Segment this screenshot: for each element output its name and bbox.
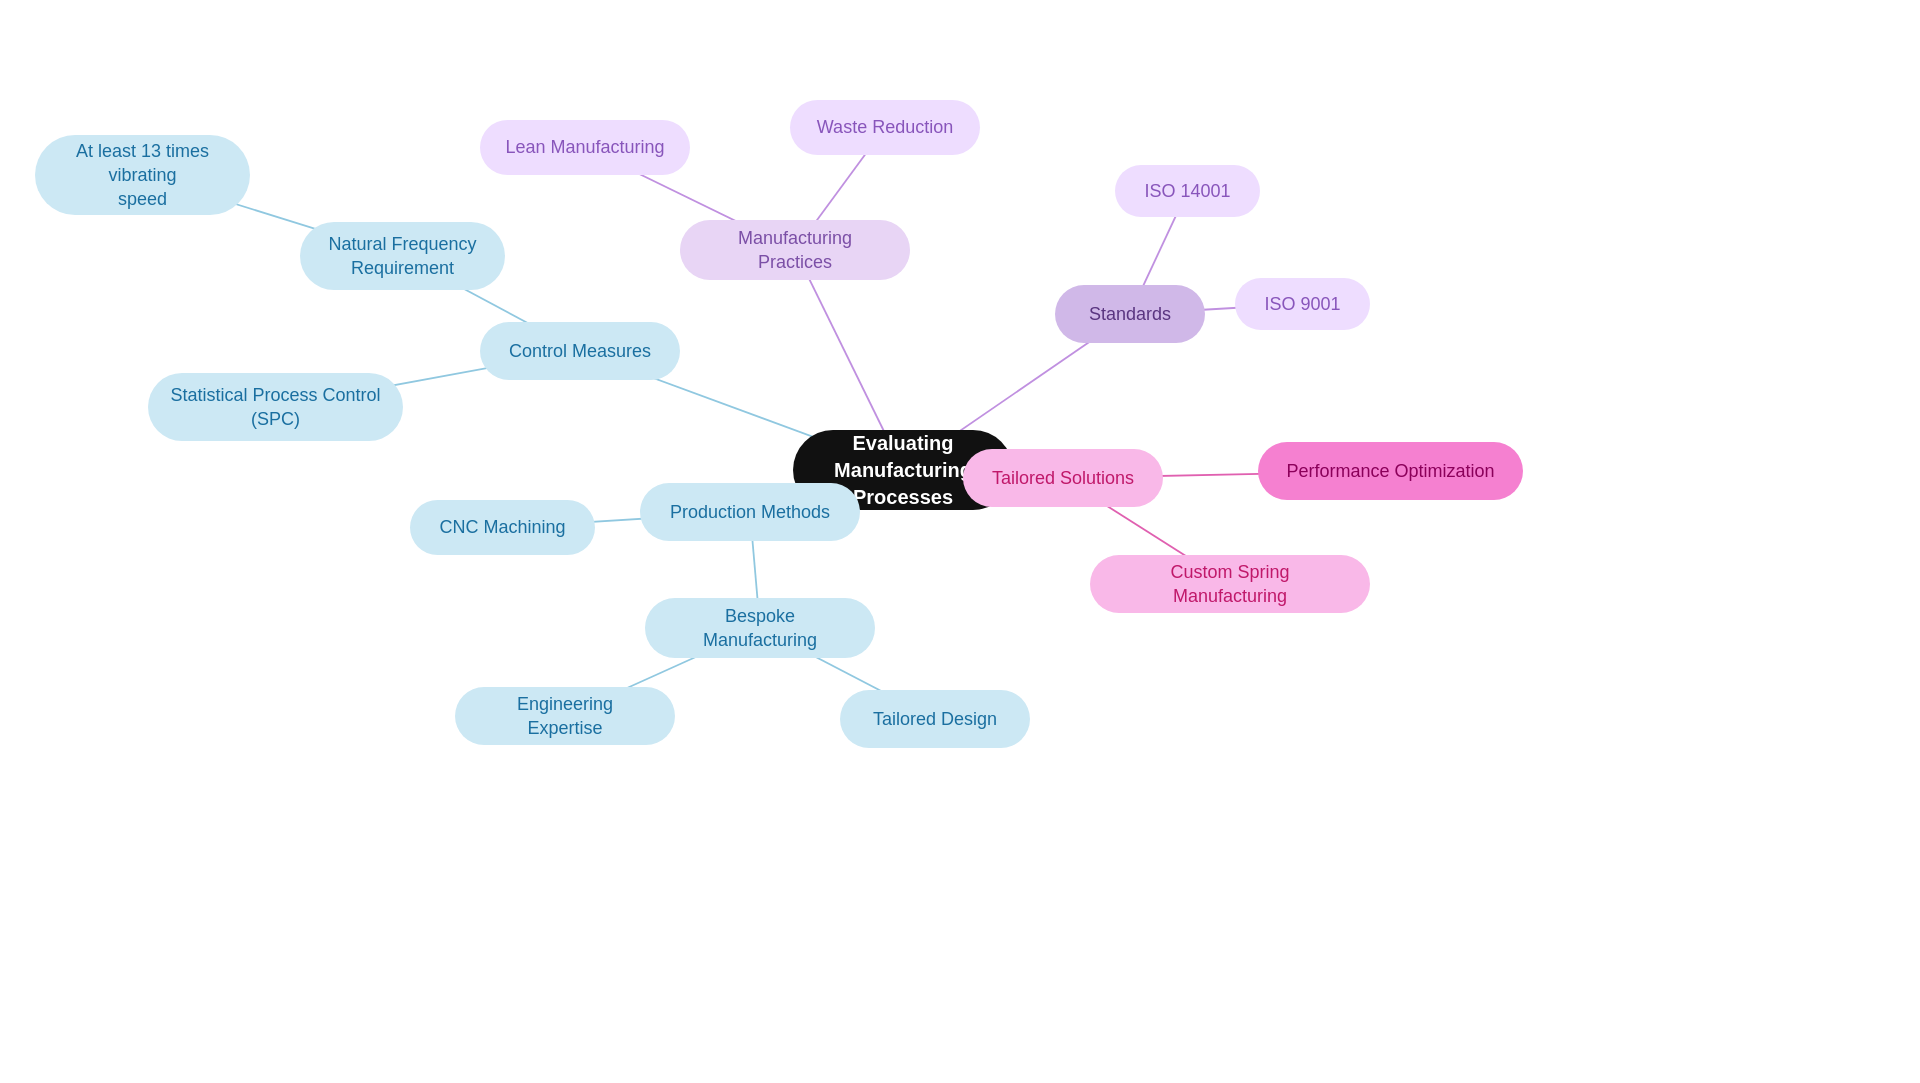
cnc-machining-node: CNC Machining: [410, 500, 595, 555]
lean-manufacturing-label: Lean Manufacturing: [505, 135, 664, 159]
iso14001-label: ISO 14001: [1144, 179, 1230, 203]
production-methods-label: Production Methods: [670, 500, 830, 524]
spc-label: Statistical Process Control (SPC): [170, 383, 380, 432]
iso9001-label: ISO 9001: [1264, 292, 1340, 316]
lean-manufacturing-node: Lean Manufacturing: [480, 120, 690, 175]
tailored-design-node: Tailored Design: [840, 690, 1030, 748]
control-measures-node: Control Measures: [480, 322, 680, 380]
iso14001-node: ISO 14001: [1115, 165, 1260, 217]
bespoke-manufacturing-node: Bespoke Manufacturing: [645, 598, 875, 658]
performance-optimization-label: Performance Optimization: [1286, 459, 1494, 483]
tailored-solutions-node: Tailored Solutions: [963, 449, 1163, 507]
manufacturing-practices-label: Manufacturing Practices: [702, 226, 888, 275]
iso9001-node: ISO 9001: [1235, 278, 1370, 330]
standards-node: Standards: [1055, 285, 1205, 343]
waste-reduction-node: Waste Reduction: [790, 100, 980, 155]
engineering-expertise-label: Engineering Expertise: [477, 692, 653, 741]
standards-label: Standards: [1089, 302, 1171, 326]
natural-frequency-label: Natural Frequency Requirement: [328, 232, 476, 281]
natural-frequency-node: Natural Frequency Requirement: [300, 222, 505, 290]
tailored-design-label: Tailored Design: [873, 707, 997, 731]
at-least-13-label: At least 13 times vibrating speed: [57, 139, 228, 212]
manufacturing-practices-node: Manufacturing Practices: [680, 220, 910, 280]
spc-node: Statistical Process Control (SPC): [148, 373, 403, 441]
performance-optimization-node: Performance Optimization: [1258, 442, 1523, 500]
production-methods-node: Production Methods: [640, 483, 860, 541]
custom-spring-label: Custom Spring Manufacturing: [1112, 560, 1348, 609]
bespoke-manufacturing-label: Bespoke Manufacturing: [667, 604, 853, 653]
at-least-13-node: At least 13 times vibrating speed: [35, 135, 250, 215]
tailored-solutions-label: Tailored Solutions: [992, 466, 1134, 490]
waste-reduction-label: Waste Reduction: [817, 115, 953, 139]
engineering-expertise-node: Engineering Expertise: [455, 687, 675, 745]
control-measures-label: Control Measures: [509, 339, 651, 363]
custom-spring-node: Custom Spring Manufacturing: [1090, 555, 1370, 613]
cnc-machining-label: CNC Machining: [439, 515, 565, 539]
